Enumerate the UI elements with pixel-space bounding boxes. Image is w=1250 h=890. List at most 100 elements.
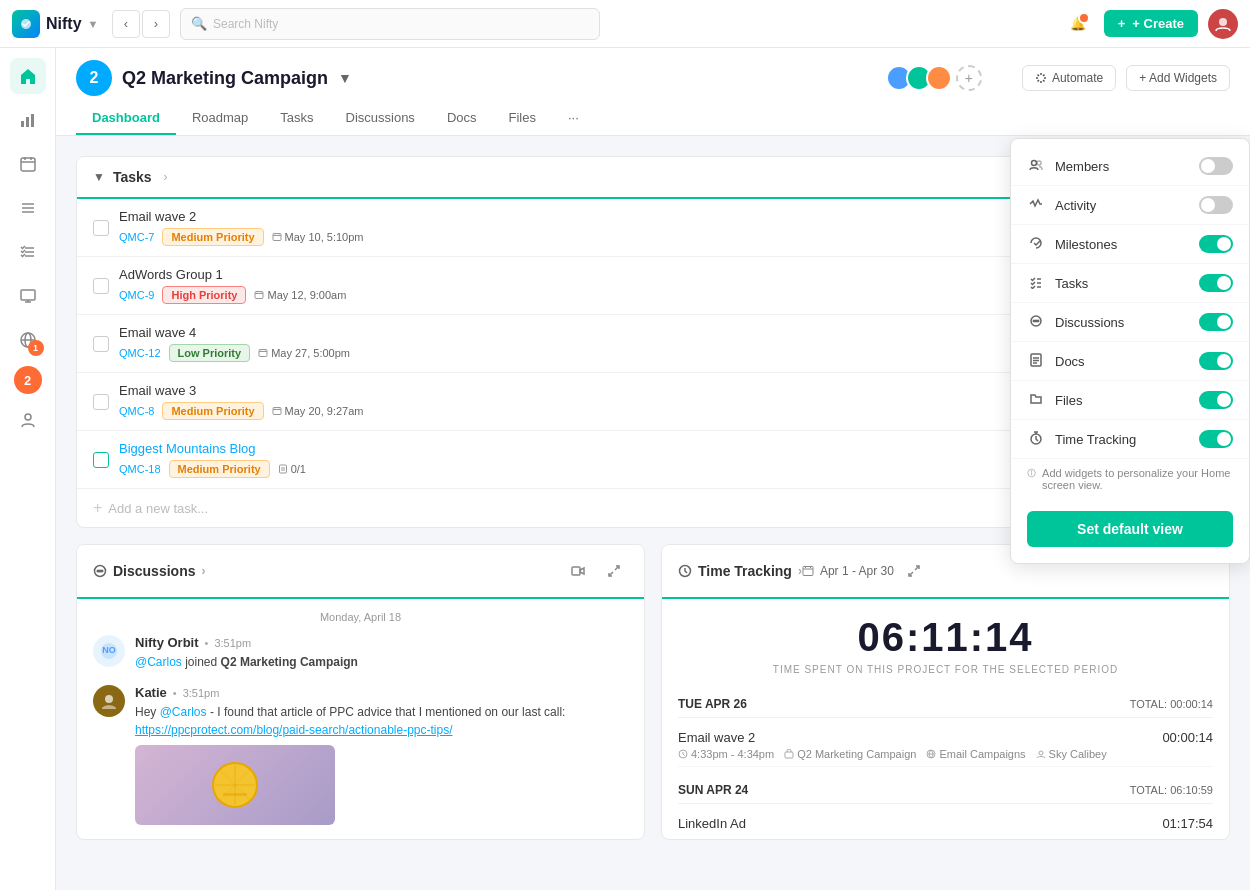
widget-files-toggle[interactable] — [1199, 391, 1233, 409]
milestones-icon — [1027, 236, 1045, 253]
tasks-icon — [1027, 275, 1045, 292]
widget-milestones-toggle[interactable] — [1199, 235, 1233, 253]
time-entry-date-sun: SUN APR 24 TOTAL: 06:10:59 — [678, 777, 1213, 804]
member-avatar-3[interactable] — [926, 65, 952, 91]
sidebar-item-calendar[interactable] — [10, 146, 46, 182]
svg-rect-4 — [21, 158, 35, 171]
time-day-sun: SUN APR 24 — [678, 783, 748, 797]
task-doc-5: 0/1 — [278, 463, 306, 475]
nav-forward-button[interactable]: › — [142, 10, 170, 38]
tab-more[interactable]: ··· — [552, 102, 595, 135]
widget-discussions-toggle[interactable] — [1199, 313, 1233, 331]
svg-rect-1 — [21, 121, 24, 127]
sidebar-item-tasks[interactable] — [10, 234, 46, 270]
discussions-panel: Discussions › Monda — [76, 544, 645, 840]
widget-item-discussions: Discussions — [1011, 303, 1249, 342]
task-id-1[interactable]: QMC-7 — [119, 231, 154, 243]
widget-item-activity: Activity — [1011, 186, 1249, 225]
task-id-4[interactable]: QMC-8 — [119, 405, 154, 417]
task-id-5[interactable]: QMC-18 — [119, 463, 161, 475]
tab-roadmap[interactable]: Roadmap — [176, 102, 264, 135]
task-checkbox-4[interactable] — [93, 394, 109, 410]
image-preview — [135, 745, 335, 825]
time-total-tue: TOTAL: 00:00:14 — [1130, 698, 1213, 710]
add-widgets-button[interactable]: + Add Widgets — [1126, 65, 1230, 91]
svg-rect-37 — [279, 465, 286, 473]
time-panel-title: Time Tracking › — [678, 563, 802, 579]
sidebar-item-analytics[interactable] — [10, 102, 46, 138]
project-title-row: 2 Q2 Marketing Campaign ▼ + Automate + A… — [76, 48, 1230, 96]
widget-files-label: Files — [1055, 393, 1189, 408]
sidebar-item-people[interactable] — [10, 402, 46, 438]
time-task-name-1: Email wave 2 — [678, 730, 755, 745]
time-day-tue: TUE APR 26 — [678, 697, 747, 711]
task-checkbox-3[interactable] — [93, 336, 109, 352]
sidebar-item-badge-sphere[interactable]: 1 — [10, 322, 46, 358]
notification-icon[interactable]: 🔔 — [1062, 8, 1094, 40]
widget-time-tracking-toggle[interactable] — [1199, 430, 1233, 448]
time-panel-date-range-label[interactable]: Apr 1 - Apr 30 — [820, 564, 894, 578]
project-number-badge: 2 — [76, 60, 112, 96]
add-member-button[interactable]: + — [956, 65, 982, 91]
search-bar[interactable]: 🔍 Search Nifty — [180, 8, 600, 40]
discussions-expand-icon[interactable]: › — [201, 564, 205, 578]
time-tracking-panel: Time Tracking › Apr 1 - Apr 30 06:11: — [661, 544, 1230, 840]
files-icon — [1027, 392, 1045, 409]
time-category-1: Email Campaigns — [926, 748, 1025, 760]
time-panel-fullscreen-icon[interactable] — [900, 557, 928, 585]
widget-tasks-label: Tasks — [1055, 276, 1189, 291]
set-default-view-button[interactable]: Set default view — [1027, 511, 1233, 547]
widget-activity-toggle[interactable] — [1199, 196, 1233, 214]
priority-badge-1: Medium Priority — [162, 228, 263, 246]
task-checkbox-5[interactable] — [93, 452, 109, 468]
tab-dashboard[interactable]: Dashboard — [76, 102, 176, 135]
project-dropdown-icon[interactable]: ▼ — [338, 70, 352, 86]
tab-docs[interactable]: Docs — [431, 102, 493, 135]
discussions-expand-button[interactable] — [600, 557, 628, 585]
tasks-expand-icon[interactable]: › — [164, 170, 168, 184]
widget-milestones-label: Milestones — [1055, 237, 1189, 252]
discussions-video-icon[interactable] — [564, 557, 592, 585]
ppc-link[interactable]: https://ppcprotect.com/blog/paid-search/… — [135, 723, 453, 737]
tab-discussions[interactable]: Discussions — [330, 102, 431, 135]
task-date-4: May 20, 9:27am — [272, 405, 364, 417]
user-avatar[interactable] — [1208, 9, 1238, 39]
svg-rect-25 — [255, 292, 263, 299]
orbit-message-body: Nifty Orbit • 3:51pm @Carlos joined Q2 M… — [135, 635, 628, 671]
task-id-2[interactable]: QMC-9 — [119, 289, 154, 301]
task-checkbox-1[interactable] — [93, 220, 109, 236]
sidebar-item-home[interactable] — [10, 58, 46, 94]
automate-button[interactable]: Automate — [1022, 65, 1116, 91]
docs-icon — [1027, 353, 1045, 370]
widget-item-members: Members — [1011, 147, 1249, 186]
time-tracking-content: 06:11:14 TIME SPENT ON THIS PROJECT FOR … — [662, 599, 1229, 839]
search-icon: 🔍 — [191, 16, 207, 31]
widget-members-toggle[interactable] — [1199, 157, 1233, 175]
widget-discussions-label: Discussions — [1055, 315, 1189, 330]
time-entry-name-2: LinkedIn Ad 01:17:54 — [678, 816, 1213, 831]
tab-tasks[interactable]: Tasks — [264, 102, 329, 135]
date-divider: Monday, April 18 — [93, 599, 628, 635]
sidebar-item-list[interactable] — [10, 190, 46, 226]
tab-files[interactable]: Files — [493, 102, 552, 135]
widget-tasks-toggle[interactable] — [1199, 274, 1233, 292]
task-id-3[interactable]: QMC-12 — [119, 347, 161, 359]
task-checkbox-2[interactable] — [93, 278, 109, 294]
sidebar-item-badge-2[interactable]: 2 — [14, 366, 42, 394]
katie-sender-name: Katie — [135, 685, 167, 700]
app-dropdown-icon[interactable]: ▼ — [88, 18, 99, 30]
katie-message-text: Hey @Carlos - I found that article of PP… — [135, 703, 628, 739]
sidebar-item-monitor[interactable] — [10, 278, 46, 314]
nav-back-button[interactable]: ‹ — [112, 10, 140, 38]
svg-point-69 — [1032, 160, 1037, 165]
time-task-name-2: LinkedIn Ad — [678, 816, 746, 831]
app-logo[interactable]: Nifty ▼ — [12, 10, 102, 38]
widget-docs-toggle[interactable] — [1199, 352, 1233, 370]
create-button[interactable]: + + Create — [1104, 10, 1198, 37]
project-members: + — [886, 65, 982, 91]
svg-rect-2 — [26, 117, 29, 127]
svg-text:NO: NO — [102, 645, 116, 655]
tasks-collapse-icon[interactable]: ▼ — [93, 170, 105, 184]
svg-point-75 — [1033, 320, 1034, 321]
task-date-2: May 12, 9:00am — [254, 289, 346, 301]
